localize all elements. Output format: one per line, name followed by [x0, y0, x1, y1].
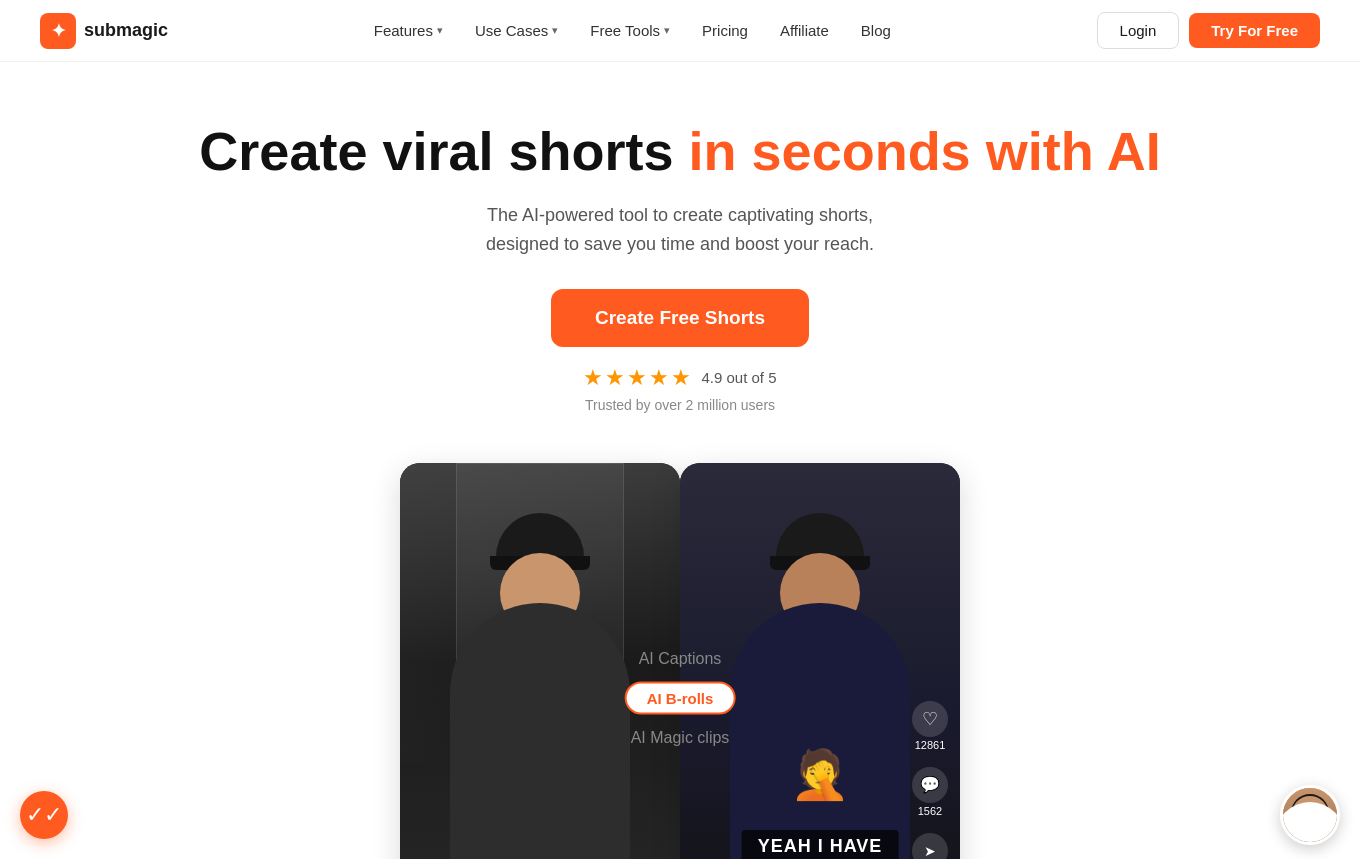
login-button[interactable]: Login [1097, 12, 1180, 49]
features-panel: AI Captions AI B-rolls AI Magic clips [625, 649, 736, 746]
nav-features[interactable]: Features ▾ [360, 14, 457, 47]
comment-icon: 💬 [912, 767, 948, 803]
navbar: ✦ submagic Features ▾ Use Cases ▾ Free T… [0, 0, 1360, 62]
tiktok-caption: YEAH I HAVE [742, 830, 899, 859]
tiktok-actions: ♡ 12861 💬 1562 ➤ 632 [912, 701, 948, 859]
hero-title-plain: Create viral shorts [199, 121, 688, 181]
support-avatar[interactable] [1280, 785, 1340, 845]
create-free-shorts-button[interactable]: Create Free Shorts [551, 289, 809, 347]
try-free-button[interactable]: Try For Free [1189, 13, 1320, 48]
like-count: 12861 [915, 739, 946, 751]
chevron-down-icon: ▾ [664, 24, 670, 37]
feature-ai-brolls-badge: AI B-rolls [625, 681, 736, 714]
logo-icon: ✦ [40, 13, 76, 49]
person-body-left [450, 603, 630, 859]
videos-section: NY AI Captions AI B-rolls AI Magic clips… [0, 433, 1360, 859]
hero-subtitle: The AI-powered tool to create captivatin… [20, 201, 1340, 259]
comment-count: 1562 [918, 805, 942, 817]
share-icon: ➤ [912, 833, 948, 859]
chat-widget[interactable]: ✓✓ [20, 791, 68, 839]
nav-use-cases[interactable]: Use Cases ▾ [461, 14, 572, 47]
feature-ai-magic-clips: AI Magic clips [631, 728, 730, 746]
tiktok-emoji: 🤦 [790, 747, 850, 803]
comment-action[interactable]: 💬 1562 [912, 767, 948, 817]
like-action[interactable]: ♡ 12861 [912, 701, 948, 751]
rating-value: 4.9 out of 5 [701, 369, 776, 386]
chevron-down-icon: ▾ [552, 24, 558, 37]
star-icons: ★★★★★ [583, 365, 693, 391]
checkmark-icon: ✓✓ [26, 802, 62, 828]
trusted-text: Trusted by over 2 million users [20, 397, 1340, 413]
nav-links: Features ▾ Use Cases ▾ Free Tools ▾ Pric… [360, 14, 905, 47]
nav-blog[interactable]: Blog [847, 14, 905, 47]
nav-free-tools[interactable]: Free Tools ▾ [576, 14, 684, 47]
hero-section: Create viral shorts in seconds with AI T… [0, 62, 1360, 433]
nav-affiliate[interactable]: Affiliate [766, 14, 843, 47]
nav-actions: Login Try For Free [1097, 12, 1320, 49]
hero-title-highlight: in seconds with AI [689, 121, 1161, 181]
nav-pricing[interactable]: Pricing [688, 14, 762, 47]
avatar-face [1283, 788, 1337, 842]
rating-row: ★★★★★ 4.9 out of 5 [20, 365, 1340, 391]
chevron-down-icon: ▾ [437, 24, 443, 37]
brand-name: submagic [84, 20, 168, 41]
avatar-body [1283, 802, 1337, 842]
logo[interactable]: ✦ submagic [40, 13, 168, 49]
heart-icon: ♡ [912, 701, 948, 737]
share-action[interactable]: ➤ 632 [912, 833, 948, 859]
feature-ai-captions: AI Captions [639, 649, 722, 667]
hero-title: Create viral shorts in seconds with AI [20, 122, 1340, 181]
